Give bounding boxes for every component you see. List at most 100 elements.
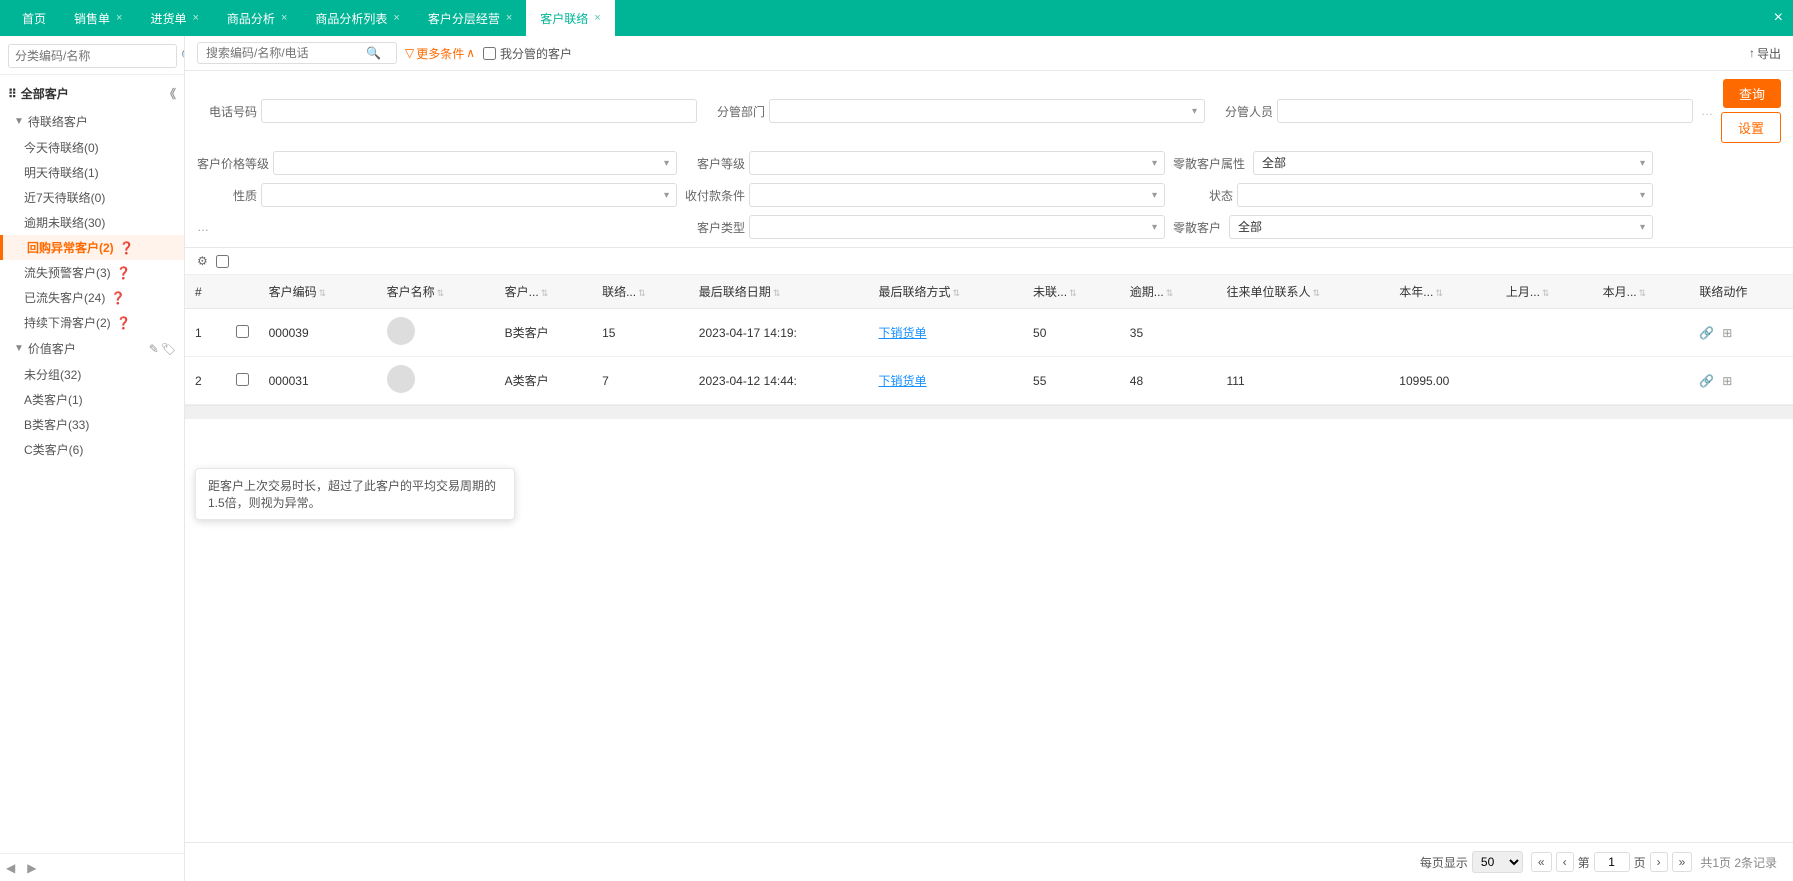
phone-input[interactable] (261, 99, 697, 123)
sidebar-item-b-class[interactable]: B类客户(33) (0, 412, 184, 437)
col-no-contact-days[interactable]: 未联...⇅ (1023, 275, 1120, 309)
tag-icon[interactable]: 🏷 (161, 342, 176, 356)
sidebar-next-arrow[interactable]: ▶ (21, 861, 42, 875)
nav-item-product-analysis-list[interactable]: 商品分析列表 × (301, 0, 413, 36)
status-select[interactable] (1237, 183, 1653, 207)
col-customer-type[interactable]: 客户...⇅ (495, 275, 592, 309)
filter-search-input[interactable] (206, 46, 366, 60)
sidebar-prev-arrow[interactable]: ◀ (0, 861, 21, 875)
sidebar-all-customers[interactable]: ⠿ 全部客户 《 (0, 79, 184, 108)
first-page-btn[interactable]: « (1531, 852, 1552, 872)
nav-item-sales[interactable]: 销售单 × (60, 0, 136, 36)
sidebar-value-customers-group[interactable]: ▼ 价值客户 ✎ 🏷 (0, 335, 184, 362)
manager-input[interactable] (1277, 99, 1693, 123)
more-conditions-btn[interactable]: ▽ 更多条件 ∧ (405, 45, 475, 62)
col-contact-count[interactable]: 联络...⇅ (592, 275, 689, 309)
filter-field-retail-attr: 零散客户属性 全部 ▾ (1173, 151, 1653, 175)
col-name[interactable]: 客户名称⇅ (377, 275, 495, 309)
nav-close-customer-tier[interactable]: × (506, 12, 512, 24)
sidebar-item-unclassified[interactable]: 未分组(32) (0, 362, 184, 387)
edit-icon[interactable]: ✎ (149, 342, 159, 356)
nav-item-product-analysis[interactable]: 商品分析 × (213, 0, 301, 36)
setting-button[interactable]: 设置 (1721, 112, 1781, 143)
filter-search-icon[interactable]: 🔍 (366, 46, 381, 60)
nature-select[interactable] (261, 183, 677, 207)
last-page-btn[interactable]: » (1672, 852, 1693, 872)
contact-method-link-1[interactable]: 下销货单 (879, 326, 927, 340)
nav-close-product-analysis[interactable]: × (281, 12, 287, 24)
export-button[interactable]: ↑ 导出 (1749, 45, 1781, 62)
sidebar-item-c-class[interactable]: C类客户(6) (0, 437, 184, 462)
sidebar-item-repurchase-abnormal[interactable]: 回购异常客户(2) ❓ (0, 235, 184, 260)
sidebar-item-7day-pending[interactable]: 近7天待联络(0) (0, 185, 184, 210)
col-last-contact-method[interactable]: 最后联络方式⇅ (869, 275, 1024, 309)
payment-terms-select[interactable] (749, 183, 1165, 207)
select-all-checkbox[interactable] (216, 255, 229, 268)
table-gear-icon[interactable]: ⚙ (197, 254, 208, 268)
filter-ellipsis-icon[interactable]: … (197, 220, 209, 234)
sidebar-pending-contact-group[interactable]: ▼ 待联络客户 (0, 108, 184, 135)
nav-close-sales[interactable]: × (116, 12, 122, 24)
sidebar-collapse-icon[interactable]: 《 (164, 85, 176, 102)
col-this-month[interactable]: 本月...⇅ (1593, 275, 1690, 309)
prev-page-btn[interactable]: ‹ (1556, 852, 1574, 872)
cell-method-2[interactable]: 下销货单 (869, 357, 1024, 405)
customer-level-select[interactable] (749, 151, 1165, 175)
price-level-select[interactable] (273, 151, 677, 175)
status-label: 状态 (1173, 187, 1233, 204)
action-grid-icon-1[interactable]: ⊞ (1722, 326, 1732, 340)
col-code[interactable]: 客户编码⇅ (259, 275, 377, 309)
dept-select-wrap: ▾ (769, 99, 1205, 123)
sidebar-item-today-pending[interactable]: 今天待联络(0) (0, 135, 184, 160)
nav-close-purchase[interactable]: × (192, 12, 198, 24)
retail-attr-select[interactable]: 全部 (1253, 151, 1653, 175)
sidebar-bottom-nav: ◀ ▶ (0, 853, 184, 881)
action-grid-icon-2[interactable]: ⊞ (1722, 374, 1732, 388)
col-contacts[interactable]: 往来单位联系人⇅ (1216, 275, 1389, 309)
col-last-month[interactable]: 上月...⇅ (1496, 275, 1593, 309)
filter-row-4: … 客户类型 ▾ 零散客户 全部 ▾ (197, 215, 1781, 239)
dept-select[interactable] (769, 99, 1205, 123)
cell-checkbox-1[interactable] (226, 309, 259, 357)
row-checkbox-1[interactable] (236, 325, 249, 338)
sidebar-item-a-class[interactable]: A类客户(1) (0, 387, 184, 412)
filter-field-phone: 电话号码 (197, 99, 697, 123)
nav-item-purchase[interactable]: 进货单 × (136, 0, 212, 36)
sidebar-item-overdue-pending[interactable]: 逾期未联络(30) (0, 210, 184, 235)
retail-customer-select[interactable]: 全部 (1229, 215, 1653, 239)
col-this-year[interactable]: 本年...⇅ (1389, 275, 1496, 309)
col-last-contact-date[interactable]: 最后联络日期⇅ (689, 275, 869, 309)
query-button[interactable]: 查询 (1723, 79, 1781, 108)
cell-checkbox-2[interactable] (226, 357, 259, 405)
contact-method-link-2[interactable]: 下销货单 (879, 374, 927, 388)
cell-method-1[interactable]: 下销货单 (869, 309, 1024, 357)
filter-search-box[interactable]: 🔍 (197, 42, 397, 64)
per-page-select[interactable]: 50 20 100 (1472, 851, 1523, 873)
action-link-icon-2[interactable]: 🔗 (1699, 374, 1714, 388)
col-checkbox (226, 275, 259, 309)
my-customers-checkbox-area[interactable]: 我分管的客户 (483, 45, 572, 62)
sidebar-item-lost-prospect[interactable]: 流失预警客户(3) ❓ (0, 260, 184, 285)
row-checkbox-2[interactable] (236, 373, 249, 386)
sidebar-item-tomorrow-pending[interactable]: 明天待联络(1) (0, 160, 184, 185)
nav-close-product-analysis-list[interactable]: × (393, 12, 399, 24)
nav-item-customer-contact[interactable]: 客户联络 × (526, 0, 614, 36)
action-link-icon-1[interactable]: 🔗 (1699, 326, 1714, 340)
bottom-scrollbar[interactable] (185, 405, 1793, 419)
status-wrap: ▾ (1237, 183, 1653, 207)
window-close-button[interactable]: × (1774, 9, 1783, 27)
nav-close-customer-contact[interactable]: × (594, 12, 600, 24)
page-number-input[interactable] (1594, 852, 1630, 872)
manager-more-icon[interactable]: … (1701, 104, 1713, 118)
customer-level-wrap: ▾ (749, 151, 1165, 175)
customer-type-select[interactable] (749, 215, 1165, 239)
nav-item-customer-tier[interactable]: 客户分层经营 × (414, 0, 526, 36)
nav-item-home[interactable]: 首页 (8, 0, 60, 36)
my-customers-checkbox[interactable] (483, 47, 496, 60)
sidebar-search-input[interactable] (8, 44, 177, 68)
cell-name-1 (377, 309, 495, 357)
col-overdue[interactable]: 逾期...⇅ (1120, 275, 1217, 309)
sidebar-item-continuing-decline[interactable]: 持续下滑客户(2) ❓ (0, 310, 184, 335)
sidebar-item-already-lost[interactable]: 已流失客户(24) ❓ (0, 285, 184, 310)
next-page-btn[interactable]: › (1650, 852, 1668, 872)
